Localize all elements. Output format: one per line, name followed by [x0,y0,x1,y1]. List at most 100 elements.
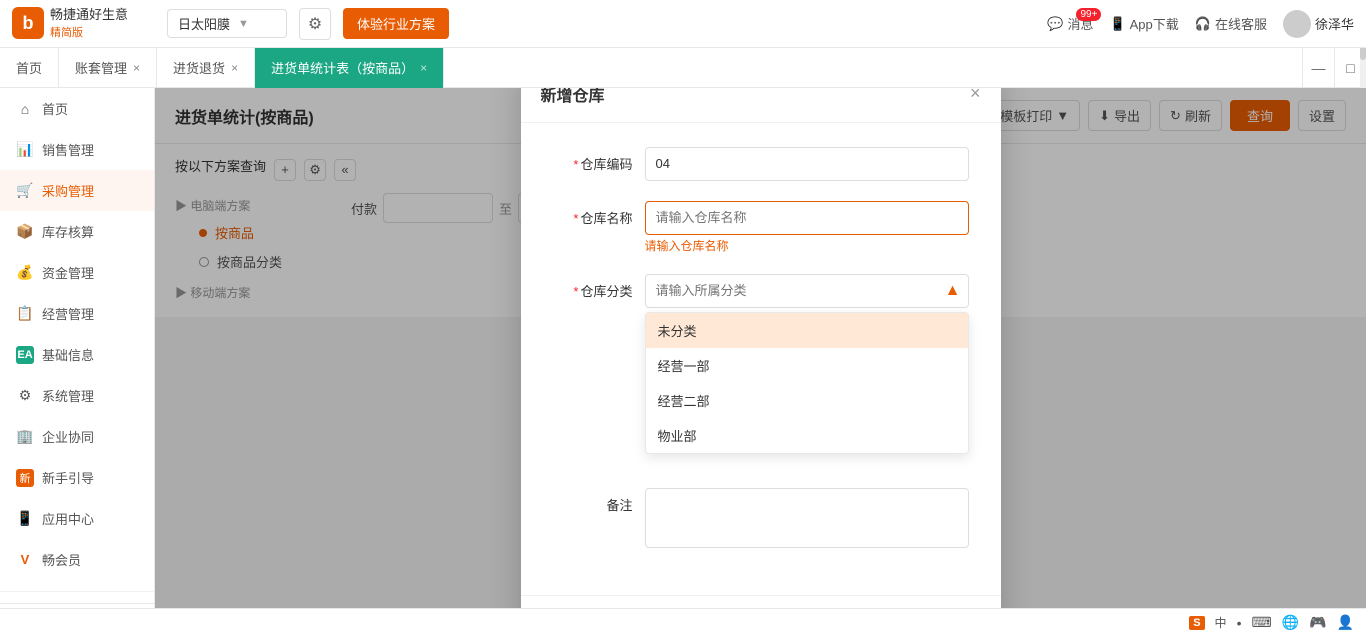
app-edition: 精简版 [50,24,128,40]
top-actions: ⚙ 体验行业方案 [299,8,449,40]
top-bar: b 畅捷通好生意 精简版 日太阳膜 ▼ ⚙ 体验行业方案 💬 消息 99+ 📱 … [0,0,1366,48]
sidebar-divider [0,591,154,592]
sidebar-item-inventory-label: 库存核算 [42,222,94,241]
system-icon: ⚙ [16,387,34,405]
sidebar-item-guide[interactable]: 新 新手引导 [0,457,154,498]
inventory-icon: 📦 [16,223,34,241]
code-label: 仓库编码 [553,147,633,173]
store-arrow: ▼ [238,18,249,30]
gear-button[interactable]: ⚙ [299,8,331,40]
status-globe-icon: 🌐 [1282,614,1299,631]
app-download-icon: 📱 [1109,16,1125,32]
tab-controls: — □ [1302,48,1366,88]
sidebar-item-apps-label: 应用中心 [42,509,94,528]
form-row-name: 仓库名称 请输入仓库名称 [553,201,969,254]
category-dropdown: 未分类 经营一部 经营二部 物业部 [645,312,969,454]
dropdown-item-ops1[interactable]: 经营一部 [646,348,968,383]
sidebar-item-guide-label: 新手引导 [42,468,94,487]
headset-icon: 🎧 [1195,16,1211,32]
name-label: 仓库名称 [553,201,633,227]
sidebar-item-home-label: 首页 [42,99,68,118]
dropdown-item-property[interactable]: 物业部 [646,418,968,453]
notes-textarea[interactable] [645,488,969,548]
modal-overlay: 新增仓库 × 仓库编码 仓库名称 [155,88,1366,636]
operations-icon: 📋 [16,305,34,323]
tab-accounts-close[interactable]: × [133,61,140,75]
tab-purchase-stats-label: 进货单统计表（按商品） [271,58,414,77]
notes-field-wrap [645,488,969,551]
tab-home-label: 首页 [16,58,42,77]
apps-icon: 📱 [16,510,34,528]
tab-purchase-stats[interactable]: 进货单统计表（按商品） × [255,48,444,88]
sales-icon: 📊 [16,141,34,159]
status-gamepad-icon: 🎮 [1309,614,1326,631]
experience-button[interactable]: 体验行业方案 [343,8,449,39]
category-label: 仓库分类 [553,274,633,300]
finance-icon: 💰 [16,264,34,282]
tab-minimize[interactable]: — [1302,48,1334,88]
category-field-wrap: ▲ 未分类 经营一部 经营二部 [645,274,969,308]
sidebar-item-vip[interactable]: V 畅会员 [0,539,154,580]
sidebar-item-basic-label: 基础信息 [42,345,94,364]
category-arrow[interactable]: ▲ [945,282,961,300]
message-icon: 💬 [1047,16,1063,32]
name-input[interactable] [645,201,969,235]
sidebar: ⌂ 首页 📊 销售管理 🛒 采购管理 📦 库存核算 💰 资金管理 📋 经营管理 … [0,88,155,636]
sidebar-item-apps[interactable]: 📱 应用中心 [0,498,154,539]
sidebar-item-sales[interactable]: 📊 销售管理 [0,129,154,170]
category-input[interactable] [645,274,969,308]
sidebar-item-home[interactable]: ⌂ 首页 [0,88,154,129]
user-profile[interactable]: 徐泽华 [1283,10,1354,38]
online-service-label: 在线客服 [1215,14,1267,33]
gear-icon: ⚙ [308,14,322,34]
content-area: 进货单统计(按商品) 🖨 按模板打印 ▼ ⬇ 导出 ↻ 刷新 查询 [155,88,1366,636]
store-name: 日太阳膜 [178,14,230,33]
dropdown-item-uncategorized[interactable]: 未分类 [646,313,968,348]
tab-home[interactable]: 首页 [0,48,59,88]
sidebar-item-sales-label: 销售管理 [42,140,94,159]
sidebar-item-vip-label: 畅会员 [42,550,81,569]
tab-accounts[interactable]: 账套管理 × [59,48,157,88]
sidebar-item-basic[interactable]: EA 基础信息 [0,334,154,375]
modal-close-button[interactable]: × [970,88,981,104]
avatar [1283,10,1311,38]
sidebar-item-enterprise[interactable]: 🏢 企业协同 [0,416,154,457]
name-error-msg: 请输入仓库名称 [645,237,969,254]
tab-bar: 首页 账套管理 × 进货退货 × 进货单统计表（按商品） × — □ [0,48,1366,88]
app-download-button[interactable]: 📱 App下载 [1109,14,1178,33]
app-name: 畅捷通好生意 [50,7,128,24]
purchase-icon: 🛒 [16,182,34,200]
tab-purchase-stats-close[interactable]: × [420,61,427,75]
status-icon-zh: 中 [1215,614,1227,631]
tab-accounts-label: 账套管理 [75,58,127,77]
top-right: 💬 消息 99+ 📱 App下载 🎧 在线客服 徐泽华 [1047,10,1354,38]
status-bar: S 中 • ⌨ 🌐 🎮 👤 [0,608,1366,636]
store-selector[interactable]: 日太阳膜 ▼ [167,9,287,38]
sidebar-item-purchase-label: 采购管理 [42,181,94,200]
status-icon-dot: • [1237,615,1242,631]
logo-area: b 畅捷通好生意 精简版 [12,7,167,40]
sidebar-item-system-label: 系统管理 [42,386,94,405]
code-input[interactable] [645,147,969,181]
vip-icon: V [16,551,34,569]
message-button[interactable]: 💬 消息 99+ [1047,14,1093,33]
app-logo: b [12,7,44,39]
app-download-label: App下载 [1130,14,1179,33]
status-keyboard-icon: ⌨ [1251,614,1271,631]
sidebar-item-system[interactable]: ⚙ 系统管理 [0,375,154,416]
sidebar-item-purchase[interactable]: 🛒 采购管理 [0,170,154,211]
dropdown-item-ops2[interactable]: 经营二部 [646,383,968,418]
tab-purchase-return-close[interactable]: × [231,61,238,75]
main-layout: ⌂ 首页 📊 销售管理 🛒 采购管理 📦 库存核算 💰 资金管理 📋 经营管理 … [0,88,1366,636]
tab-purchase-return-label: 进货退货 [173,58,225,77]
basic-icon: EA [16,346,34,364]
code-field-wrap [645,147,969,181]
username: 徐泽华 [1315,14,1354,33]
form-row-notes: 备注 [553,488,969,551]
sidebar-item-finance[interactable]: 💰 资金管理 [0,252,154,293]
tab-purchase-return[interactable]: 进货退货 × [157,48,255,88]
sidebar-item-inventory[interactable]: 📦 库存核算 [0,211,154,252]
online-service-button[interactable]: 🎧 在线客服 [1195,14,1267,33]
sidebar-item-operations[interactable]: 📋 经营管理 [0,293,154,334]
notes-label: 备注 [553,488,633,514]
